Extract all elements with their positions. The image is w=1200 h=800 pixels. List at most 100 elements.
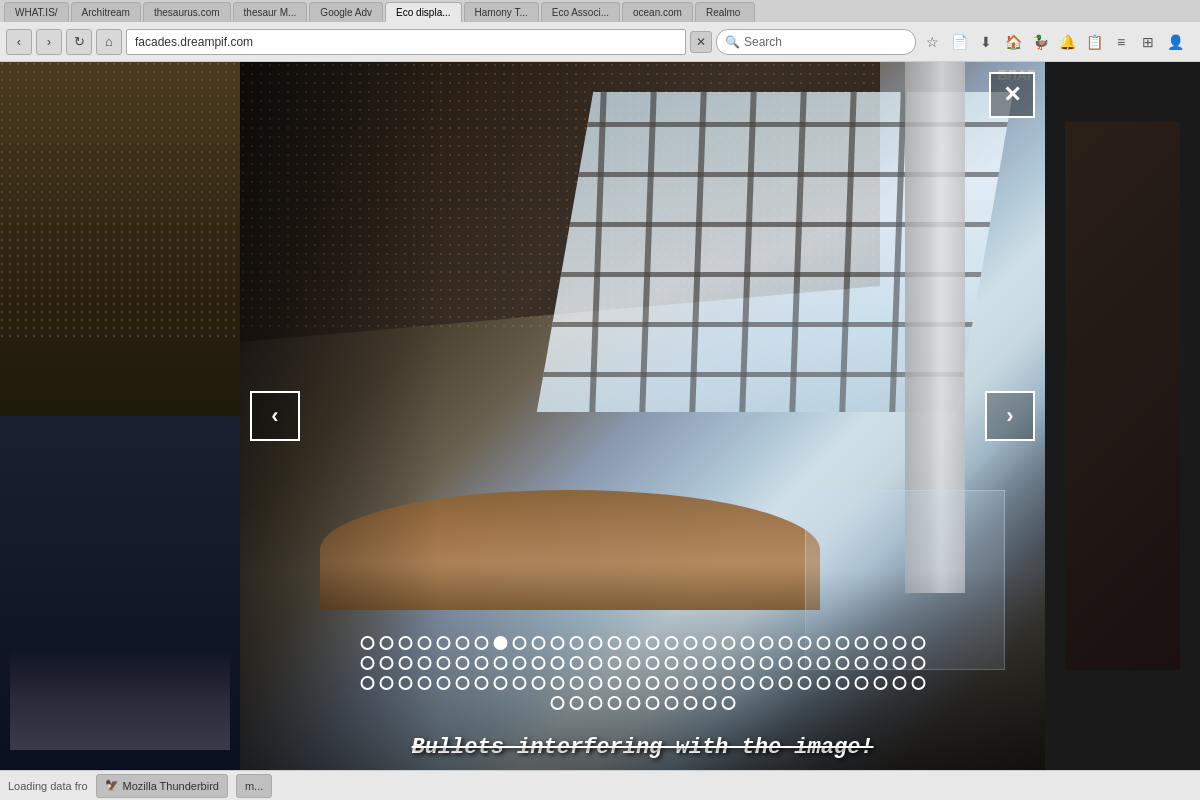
bullet-dot[interactable] <box>683 656 697 670</box>
prev-button[interactable]: ‹ <box>250 391 300 441</box>
bullet-dot[interactable] <box>740 636 754 650</box>
bullet-dot[interactable] <box>569 676 583 690</box>
bullet-dot[interactable] <box>740 656 754 670</box>
bullet-dot[interactable] <box>474 656 488 670</box>
notification-icon[interactable]: 🔔 <box>1055 30 1079 54</box>
bullet-dot[interactable] <box>797 656 811 670</box>
avatar-icon[interactable]: 👤 <box>1163 30 1187 54</box>
bullet-dot[interactable] <box>436 636 450 650</box>
address-bar[interactable]: facades.dreampif.com <box>126 29 686 55</box>
bullet-dot[interactable] <box>892 676 906 690</box>
bullet-dot[interactable] <box>474 636 488 650</box>
taskbar-thunderbird[interactable]: 🦅 Mozilla Thunderbird <box>96 774 228 798</box>
bullet-dot[interactable] <box>588 696 602 710</box>
bullet-dot[interactable] <box>816 636 830 650</box>
bullet-dot[interactable] <box>626 676 640 690</box>
bullet-dot[interactable] <box>721 696 735 710</box>
bullet-dot[interactable] <box>645 696 659 710</box>
close-lightbox-button[interactable]: ✕ <box>989 72 1035 118</box>
bullet-dot[interactable] <box>588 636 602 650</box>
bullet-dot[interactable] <box>645 656 659 670</box>
bookmark-star-icon[interactable]: ☆ <box>920 30 944 54</box>
tab-0[interactable]: WHAT.IS/ <box>4 2 69 22</box>
bullet-dot[interactable] <box>417 676 431 690</box>
bullet-dot[interactable] <box>360 656 374 670</box>
forward-button[interactable]: › <box>36 29 62 55</box>
tab-5[interactable]: Eco displa... <box>385 2 461 22</box>
bullet-dot[interactable] <box>455 636 469 650</box>
bullet-dot[interactable] <box>683 636 697 650</box>
bullet-dot[interactable] <box>455 656 469 670</box>
bullet-dot[interactable] <box>379 656 393 670</box>
extensions-icon[interactable]: ⊞ <box>1136 30 1160 54</box>
bullet-dot[interactable] <box>436 656 450 670</box>
tab-3[interactable]: thesaur M... <box>233 2 308 22</box>
bullet-dot[interactable] <box>607 696 621 710</box>
bullet-dot[interactable] <box>759 636 773 650</box>
bullet-dot[interactable] <box>493 636 507 650</box>
back-button[interactable]: ‹ <box>6 29 32 55</box>
tab-7[interactable]: Eco Associ... <box>541 2 620 22</box>
bullet-dot[interactable] <box>854 636 868 650</box>
bullet-dot[interactable] <box>360 676 374 690</box>
bullet-dot[interactable] <box>398 656 412 670</box>
bullet-dot[interactable] <box>607 676 621 690</box>
bullet-dot[interactable] <box>360 636 374 650</box>
bullet-dot[interactable] <box>892 636 906 650</box>
bullet-dot[interactable] <box>797 636 811 650</box>
bullet-dot[interactable] <box>398 676 412 690</box>
bullet-dot[interactable] <box>835 636 849 650</box>
duckduckgo-icon[interactable]: 🦆 <box>1028 30 1052 54</box>
bullet-dot[interactable] <box>512 636 526 650</box>
bullet-dot[interactable] <box>835 656 849 670</box>
bullet-dot[interactable] <box>379 636 393 650</box>
tab-8[interactable]: ocean.com <box>622 2 693 22</box>
next-button[interactable]: › <box>985 391 1035 441</box>
bullet-dot[interactable] <box>892 656 906 670</box>
tab-6[interactable]: Hamony T... <box>464 2 539 22</box>
bullet-dot[interactable] <box>626 636 640 650</box>
bullet-dot[interactable] <box>797 676 811 690</box>
bullet-dot[interactable] <box>664 656 678 670</box>
bullet-dot[interactable] <box>607 656 621 670</box>
bullet-dot[interactable] <box>778 656 792 670</box>
bullet-dot[interactable] <box>493 676 507 690</box>
bullet-dot[interactable] <box>702 656 716 670</box>
bullet-dot[interactable] <box>816 656 830 670</box>
search-bar[interactable]: 🔍 Search <box>716 29 916 55</box>
bullet-dot[interactable] <box>569 656 583 670</box>
bullet-dot[interactable] <box>854 676 868 690</box>
tab-1[interactable]: Architream <box>71 2 141 22</box>
bullet-dot[interactable] <box>398 636 412 650</box>
home-button[interactable]: ⌂ <box>96 29 122 55</box>
bullet-dot[interactable] <box>569 636 583 650</box>
bullet-dot[interactable] <box>759 676 773 690</box>
bullet-dot[interactable] <box>740 676 754 690</box>
bullet-dot[interactable] <box>379 676 393 690</box>
bullet-dot[interactable] <box>702 676 716 690</box>
bullet-dot[interactable] <box>607 636 621 650</box>
bullet-dot[interactable] <box>721 656 735 670</box>
bullet-dot[interactable] <box>721 676 735 690</box>
bullet-dot[interactable] <box>626 656 640 670</box>
bullet-dot[interactable] <box>550 656 564 670</box>
bullet-dot[interactable] <box>683 676 697 690</box>
bullet-dot[interactable] <box>588 656 602 670</box>
bullet-dot[interactable] <box>702 636 716 650</box>
bullet-dot[interactable] <box>626 696 640 710</box>
bullet-dot[interactable] <box>664 696 678 710</box>
bullet-dot[interactable] <box>759 656 773 670</box>
bullet-dot[interactable] <box>550 636 564 650</box>
bullet-dot[interactable] <box>569 696 583 710</box>
bullet-dot[interactable] <box>531 676 545 690</box>
bullet-dot[interactable] <box>550 696 564 710</box>
bullet-dot[interactable] <box>911 676 925 690</box>
bullet-dot[interactable] <box>835 676 849 690</box>
menu-icon[interactable]: ≡ <box>1109 30 1133 54</box>
bullet-dot[interactable] <box>493 656 507 670</box>
bullet-dot[interactable] <box>417 636 431 650</box>
home-icon[interactable]: 🏠 <box>1001 30 1025 54</box>
bullet-dot[interactable] <box>721 636 735 650</box>
bullet-dot[interactable] <box>873 636 887 650</box>
tab-2[interactable]: thesaurus.com <box>143 2 231 22</box>
